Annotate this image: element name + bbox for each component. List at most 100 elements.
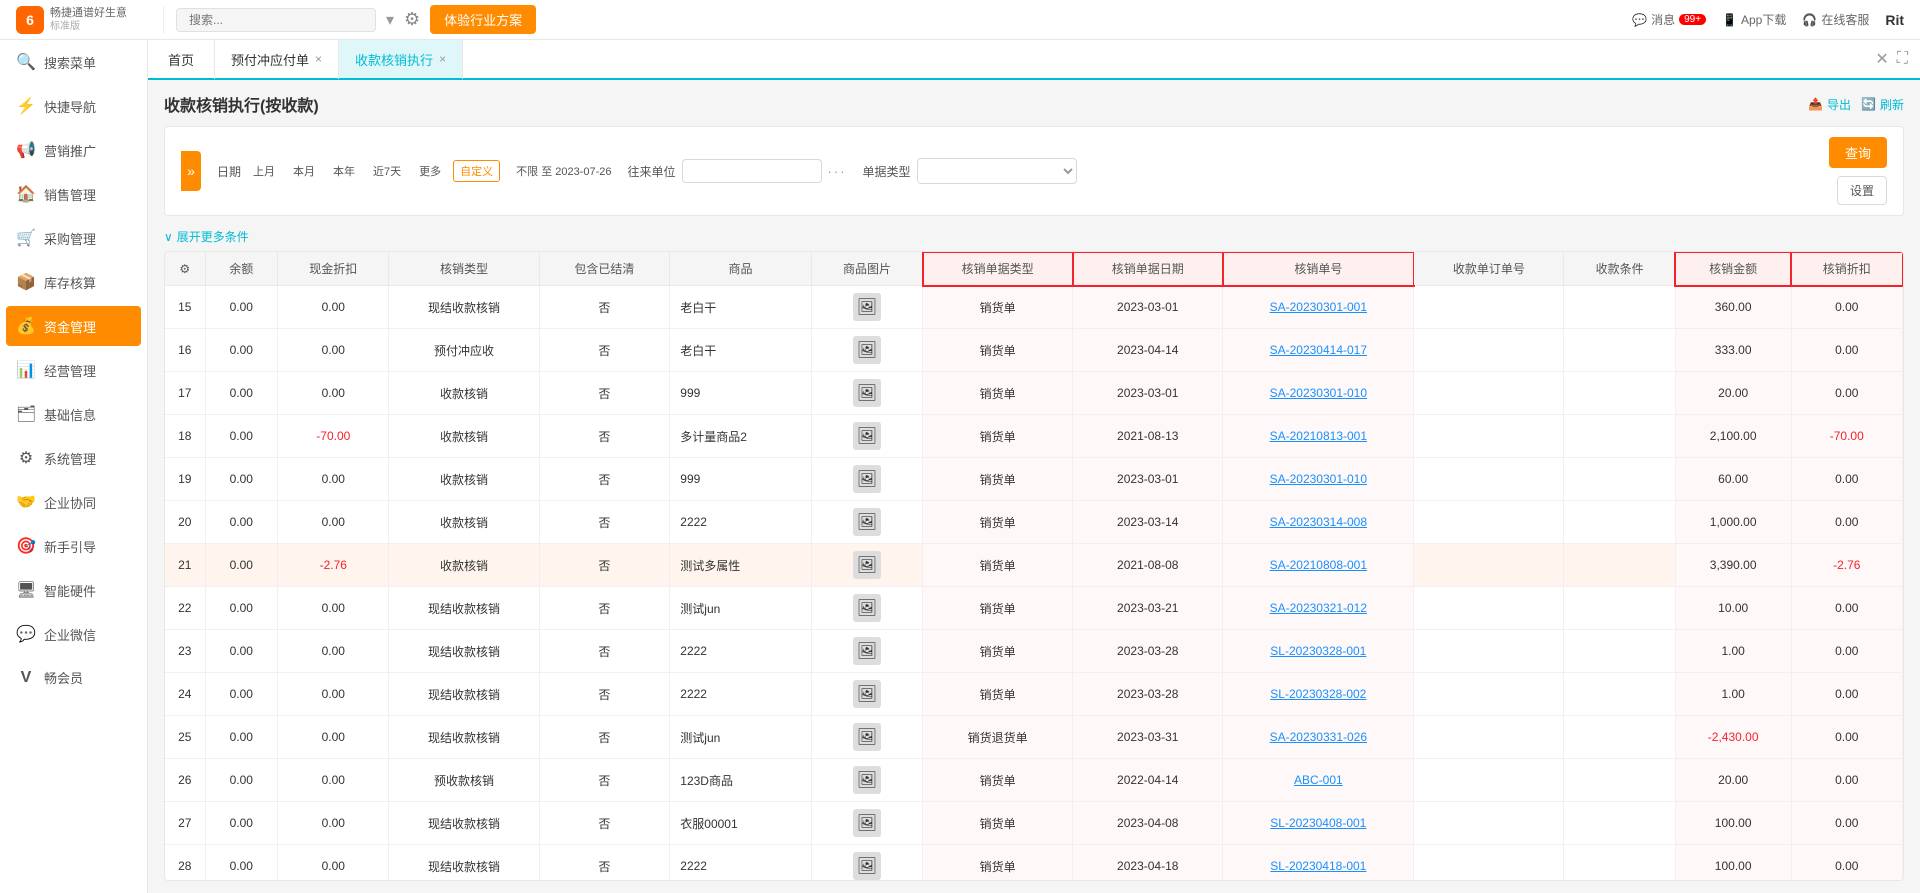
tab-close-prepay[interactable]: ×	[315, 52, 322, 66]
cell-receipt-condition	[1564, 845, 1675, 882]
cell-product: 2222	[670, 501, 811, 544]
cell-writeoff-bill-no[interactable]: ABC-001	[1223, 759, 1414, 802]
cell-writeoff-bill-no[interactable]: SL-20230418-001	[1223, 845, 1414, 882]
sidebar-item-search[interactable]: 🔍 搜索菜单	[0, 40, 147, 84]
tab-writeoff[interactable]: 收款核销执行 ×	[339, 40, 463, 80]
cell-writeoff-bill-no[interactable]: SA-20230301-001	[1223, 286, 1414, 329]
cell-writeoff-type: 现结收款核销	[389, 673, 539, 716]
sidebar-item-guide[interactable]: 🎯 新手引导	[0, 524, 147, 568]
cell-writeoff-bill-no[interactable]: SA-20230301-010	[1223, 458, 1414, 501]
sidebar-item-finance[interactable]: 💰 资金管理	[6, 306, 141, 346]
tab-home[interactable]: 首页	[148, 40, 215, 79]
cell-product: 123D商品	[670, 759, 811, 802]
user-info[interactable]: Rit	[1885, 12, 1904, 28]
close-icon[interactable]: ✕	[1875, 49, 1888, 69]
cell-writeoff-bill-no[interactable]: SL-20230328-002	[1223, 673, 1414, 716]
bill-no-link[interactable]: SA-20210813-001	[1270, 429, 1367, 443]
settings-icon[interactable]: ⚙	[404, 9, 420, 30]
cell-writeoff-bill-no[interactable]: SA-20230321-012	[1223, 587, 1414, 630]
sidebar-item-purchase[interactable]: 🛒 采购管理	[0, 216, 147, 260]
tab-bar: 首页 预付冲应付单 × 收款核销执行 × ✕ ⛶	[148, 40, 1920, 80]
sidebar-item-wechat[interactable]: 💬 企业微信	[0, 612, 147, 656]
cell-writeoff-bill-date: 2023-03-01	[1073, 372, 1223, 415]
cell-receipt-order-no	[1414, 372, 1564, 415]
tab-close-writeoff[interactable]: ×	[439, 52, 446, 66]
date-7days[interactable]: 近7天	[367, 161, 407, 181]
bill-no-link[interactable]: SA-20230331-026	[1270, 730, 1367, 744]
page-content: 收款核销执行(按收款) 📤 导出 🔄 刷新 » 日期 上月	[148, 80, 1920, 893]
cell-writeoff-bill-no[interactable]: SA-20210808-001	[1223, 544, 1414, 587]
settings-btn[interactable]: 设置	[1837, 176, 1887, 205]
cell-balance: 0.00	[205, 415, 278, 458]
cell-cash-discount: 0.00	[278, 845, 389, 882]
wechat-icon: 💬	[16, 624, 36, 644]
date-this-year[interactable]: 本年	[327, 161, 361, 181]
bill-no-link[interactable]: SA-20230301-001	[1270, 300, 1367, 314]
cell-writeoff-bill-no[interactable]: SA-20230314-008	[1223, 501, 1414, 544]
online-service-item[interactable]: 🎧 在线客服	[1802, 11, 1869, 28]
sidebar-item-inventory[interactable]: 📦 库存核算	[0, 260, 147, 304]
expand-sidebar-btn[interactable]: »	[181, 151, 201, 191]
table-wrapper[interactable]: ⚙ 余额 现金折扣 核销类型 包含已结清 商品 商品图片 核销单据类型 核销单据…	[164, 251, 1904, 881]
sidebar-item-basic-info[interactable]: 🗂 基础信息	[0, 392, 147, 436]
tab-prepay[interactable]: 预付冲应付单 ×	[215, 40, 339, 79]
refresh-btn[interactable]: 🔄 刷新	[1861, 96, 1904, 113]
sidebar-item-member[interactable]: V 畅会员	[0, 656, 147, 699]
cell-writeoff-bill-type: 销货单	[923, 372, 1073, 415]
col-header-balance: 余额	[205, 252, 278, 286]
export-btn[interactable]: 📤 导出	[1808, 96, 1851, 113]
cell-balance: 0.00	[205, 587, 278, 630]
cell-receipt-condition	[1564, 587, 1675, 630]
expand-more-btn[interactable]: ∨ 展开更多条件	[164, 228, 1904, 245]
product-image-icon: 🖼	[853, 293, 881, 321]
sidebar-item-collab[interactable]: 🤝 企业协同	[0, 480, 147, 524]
bill-no-link[interactable]: SA-20230301-010	[1270, 472, 1367, 486]
chevron-down-icon[interactable]: ▾	[386, 10, 394, 30]
sidebar-item-management[interactable]: 📊 经营管理	[0, 348, 147, 392]
message-item[interactable]: 💬 消息 99+	[1632, 11, 1706, 28]
cell-writeoff-bill-no[interactable]: SL-20230328-001	[1223, 630, 1414, 673]
sidebar-item-nav[interactable]: ⚡ 快捷导航	[0, 84, 147, 128]
bill-no-link[interactable]: SL-20230328-001	[1270, 644, 1366, 658]
query-btn[interactable]: 查询	[1829, 137, 1887, 168]
sidebar-item-sales[interactable]: 🏠 销售管理	[0, 172, 147, 216]
cell-writeoff-bill-no[interactable]: SA-20230331-026	[1223, 716, 1414, 759]
cell-writeoff-bill-no[interactable]: SA-20230414-017	[1223, 329, 1414, 372]
bill-no-link[interactable]: SL-20230418-001	[1270, 859, 1366, 873]
cell-writeoff-amount: 60.00	[1675, 458, 1791, 501]
bill-no-link[interactable]: SA-20230301-010	[1270, 386, 1367, 400]
expand-icon[interactable]: ⛶	[1897, 50, 1908, 68]
cell-writeoff-bill-date: 2021-08-08	[1073, 544, 1223, 587]
search-input[interactable]	[176, 8, 376, 32]
sidebar-item-system[interactable]: ⚙ 系统管理	[0, 436, 147, 480]
date-this-month[interactable]: 本月	[287, 161, 321, 181]
sidebar-item-hardware[interactable]: 🖥 智能硬件	[0, 568, 147, 612]
cell-product: 2222	[670, 630, 811, 673]
bill-no-link[interactable]: SA-20230414-017	[1270, 343, 1367, 357]
cell-product: 老白干	[670, 286, 811, 329]
cell-writeoff-bill-no[interactable]: SA-20230301-010	[1223, 372, 1414, 415]
bill-no-link[interactable]: SL-20230408-001	[1270, 816, 1366, 830]
bill-no-link[interactable]: SA-20210808-001	[1270, 558, 1367, 572]
date-custom[interactable]: 自定义	[453, 160, 500, 182]
date-last-month[interactable]: 上月	[247, 161, 281, 181]
partner-dots: ···	[828, 164, 847, 179]
cell-writeoff-amount: 333.00	[1675, 329, 1791, 372]
cell-include-closed: 否	[539, 415, 670, 458]
cell-writeoff-bill-no[interactable]: SL-20230408-001	[1223, 802, 1414, 845]
col-header-writeoff-amount: 核销金额	[1675, 252, 1791, 286]
date-more[interactable]: 更多	[413, 161, 447, 181]
cell-writeoff-discount: 0.00	[1791, 845, 1902, 882]
industry-btn[interactable]: 体验行业方案	[430, 5, 536, 34]
bill-no-link[interactable]: SA-20230314-008	[1270, 515, 1367, 529]
cell-writeoff-bill-date: 2023-03-01	[1073, 286, 1223, 329]
bill-no-link[interactable]: SL-20230328-002	[1270, 687, 1366, 701]
cell-writeoff-bill-no[interactable]: SA-20210813-001	[1223, 415, 1414, 458]
sidebar-item-marketing[interactable]: 📢 营销推广	[0, 128, 147, 172]
partner-input[interactable]	[682, 159, 822, 183]
cell-product: 999	[670, 458, 811, 501]
bill-no-link[interactable]: SA-20230321-012	[1270, 601, 1367, 615]
order-type-select[interactable]	[917, 158, 1077, 184]
app-download-item[interactable]: 📱 App下载	[1722, 11, 1786, 28]
bill-no-link[interactable]: ABC-001	[1294, 773, 1343, 787]
